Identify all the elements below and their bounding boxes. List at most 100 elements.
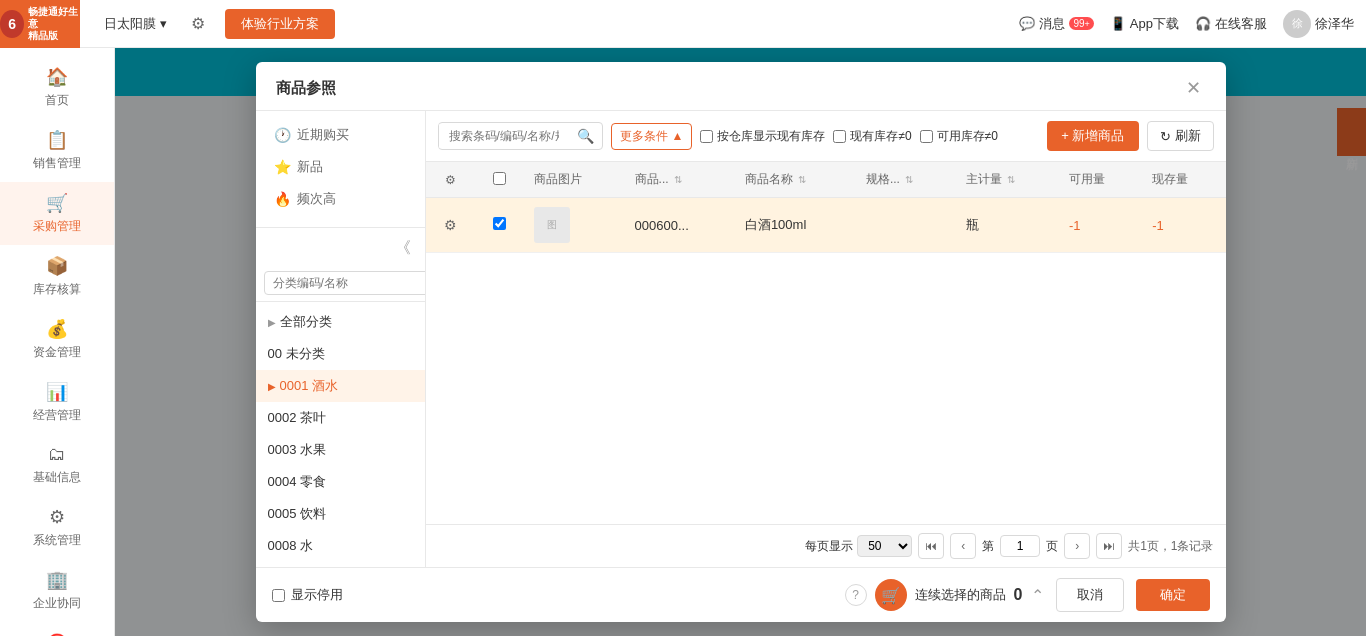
collapse-cart-button[interactable]: ⌃ bbox=[1031, 586, 1044, 605]
unit-sort-icon[interactable]: ⇅ bbox=[1007, 174, 1015, 185]
current-stock-filter[interactable]: 现有库存≠0 bbox=[833, 128, 911, 145]
modal-close-button[interactable]: ✕ bbox=[1182, 76, 1206, 100]
modal-tab-recent[interactable]: 🕐近期购买 bbox=[264, 119, 417, 151]
table-row[interactable]: ⚙ 图 000600... 白酒100ml 瓶 -1 -1 bbox=[426, 198, 1226, 253]
row-settings-icon-0[interactable]: ⚙ bbox=[444, 217, 457, 233]
cancel-button[interactable]: 取消 bbox=[1056, 578, 1124, 612]
sidebar-item-guide[interactable]: 🎯新手引导 bbox=[0, 622, 114, 636]
sidebar-item-ops[interactable]: 📊经营管理 bbox=[0, 371, 114, 434]
category-item-0005[interactable]: 0005 饮料 bbox=[256, 498, 425, 530]
col-image: 商品图片 bbox=[524, 162, 625, 198]
warehouse-filter[interactable]: 按仓库显示现有库存 bbox=[700, 128, 825, 145]
collapse-sidebar-button[interactable]: 《 bbox=[389, 236, 417, 261]
refresh-button[interactable]: ↻ 刷新 bbox=[1147, 121, 1214, 151]
select-all-checkbox[interactable] bbox=[493, 172, 506, 185]
sidebar-icon-guide: 🎯 bbox=[46, 632, 68, 636]
modal-tab-new[interactable]: ⭐新品 bbox=[264, 151, 417, 183]
cat-label-0008: 0008 水 bbox=[268, 537, 314, 555]
col-check bbox=[475, 162, 524, 198]
page-size-dropdown[interactable]: 50 10 20 100 bbox=[857, 535, 912, 557]
refresh-label: 刷新 bbox=[1175, 127, 1201, 145]
help-icon-button[interactable]: ? bbox=[845, 584, 867, 606]
settings-header-icon[interactable]: ⚙ bbox=[445, 173, 456, 187]
name-sort-icon[interactable]: ⇅ bbox=[798, 174, 806, 185]
sidebar-label-inventory: 库存核算 bbox=[33, 281, 81, 298]
messages-nav-item[interactable]: 💬 消息 99+ bbox=[1019, 15, 1093, 33]
available-stock-checkbox[interactable] bbox=[920, 130, 933, 143]
code-sort-icon[interactable]: ⇅ bbox=[674, 174, 682, 185]
cat-label-0004: 0004 零食 bbox=[268, 473, 327, 491]
sidebar-item-base[interactable]: 🗂基础信息 bbox=[0, 434, 114, 496]
sidebar-item-enterprise[interactable]: 🏢企业协同 bbox=[0, 559, 114, 622]
toolbar-right: + 新增商品 ↻ 刷新 bbox=[1047, 121, 1213, 151]
brand-logo: 6 畅捷通好生意 精品版 bbox=[0, 0, 80, 48]
col-name: 商品名称 ⇅ bbox=[735, 162, 856, 198]
modal-toolbar: 🔍 更多条件 ▲ 按仓库显示现有库存 bbox=[426, 111, 1226, 162]
sidebar-item-asset[interactable]: 💰资金管理 bbox=[0, 308, 114, 371]
col-spec: 规格... ⇅ bbox=[856, 162, 956, 198]
prev-page-button[interactable]: ‹ bbox=[950, 533, 976, 559]
row-check-0 bbox=[475, 198, 524, 253]
sidebar-icon-inventory: 📦 bbox=[46, 255, 68, 277]
category-item-0003[interactable]: 0003 水果 bbox=[256, 434, 425, 466]
modal-sidebar-tabs: 🕐近期购买⭐新品🔥频次高 bbox=[256, 111, 425, 223]
first-page-button[interactable]: ⏮ bbox=[918, 533, 944, 559]
pagination-bar: 每页显示 50 10 20 100 ⏮ ‹ 第 bbox=[426, 524, 1226, 567]
add-product-button[interactable]: + 新增商品 bbox=[1047, 121, 1138, 151]
avatar: 徐 bbox=[1283, 10, 1311, 38]
show-disabled-checkbox[interactable] bbox=[272, 589, 285, 602]
last-page-button[interactable]: ⏭ bbox=[1096, 533, 1122, 559]
sidebar-item-sales[interactable]: 📋销售管理 bbox=[0, 119, 114, 182]
product-search-button[interactable]: 🔍 bbox=[569, 123, 602, 149]
cat-label-0002: 0002 茶叶 bbox=[268, 409, 327, 427]
app-download-item[interactable]: 📱 App下载 bbox=[1110, 15, 1179, 33]
cart-area: ? 🛒 连续选择的商品 0 ⌃ bbox=[845, 579, 1044, 611]
nav-selector[interactable]: 日太阳膜 ▾ bbox=[96, 11, 175, 37]
sidebar-label-ops: 经营管理 bbox=[33, 407, 81, 424]
category-search-input[interactable] bbox=[264, 271, 426, 295]
product-search-input[interactable] bbox=[439, 124, 569, 148]
sidebar-icon-asset: 💰 bbox=[46, 318, 68, 340]
spec-sort-icon[interactable]: ⇅ bbox=[905, 174, 913, 185]
sidebar-label-system: 系统管理 bbox=[33, 532, 81, 549]
category-item-00[interactable]: 00 未分类 bbox=[256, 338, 425, 370]
available-stock-filter[interactable]: 可用库存≠0 bbox=[920, 128, 998, 145]
confirm-button[interactable]: 确定 bbox=[1136, 579, 1210, 611]
category-item-all[interactable]: ▶全部分类 bbox=[256, 306, 425, 338]
user-nav-item[interactable]: 徐 徐泽华 bbox=[1283, 10, 1354, 38]
chevron-down-icon: ▾ bbox=[160, 16, 167, 31]
next-page-button[interactable]: › bbox=[1064, 533, 1090, 559]
show-disabled-label[interactable]: 显示停用 bbox=[272, 586, 343, 604]
gear-button[interactable]: ⚙ bbox=[183, 9, 213, 39]
row-stock-0: -1 bbox=[1142, 198, 1225, 253]
tab-icon-frequent: 🔥 bbox=[274, 191, 291, 207]
category-item-0002[interactable]: 0002 茶叶 bbox=[256, 402, 425, 434]
more-filter-button[interactable]: 更多条件 ▲ bbox=[611, 123, 693, 150]
category-item-0001[interactable]: ▶0001 酒水 bbox=[256, 370, 425, 402]
cart-button[interactable]: 🛒 bbox=[875, 579, 907, 611]
sidebar-item-inventory[interactable]: 📦 库存核算 bbox=[0, 245, 114, 308]
category-tree: ▶全部分类 00 未分类 ▶0001 酒水 0002 茶叶 0003 水果 0004 零食… bbox=[256, 302, 425, 567]
col-code: 商品... ⇅ bbox=[625, 162, 735, 198]
experience-btn[interactable]: 体验行业方案 bbox=[225, 9, 335, 39]
modal-tab-frequent[interactable]: 🔥频次高 bbox=[264, 183, 417, 215]
sidebar-item-home[interactable]: 🏠首页 bbox=[0, 56, 114, 119]
sidebar-label-home: 首页 bbox=[45, 92, 69, 109]
page-number-input[interactable] bbox=[1000, 535, 1040, 557]
row-unit-0: 瓶 bbox=[956, 198, 1059, 253]
row-settings-0: ⚙ bbox=[426, 198, 475, 253]
sidebar: 🏠首页📋销售管理🛒采购管理 📦 库存核算 💰资金管理📊经营管理🗂基础信息⚙系统管理🏢企… bbox=[0, 48, 115, 636]
col-stock: 现存量 bbox=[1142, 162, 1225, 198]
category-item-0004[interactable]: 0004 零食 bbox=[256, 466, 425, 498]
current-stock-checkbox[interactable] bbox=[833, 130, 846, 143]
warehouse-checkbox[interactable] bbox=[700, 130, 713, 143]
row-available-0: -1 bbox=[1059, 198, 1142, 253]
sidebar-item-purchase[interactable]: 🛒采购管理 bbox=[0, 182, 114, 245]
cart-count: 0 bbox=[1014, 586, 1023, 604]
cat-label-00: 00 未分类 bbox=[268, 345, 325, 363]
filter-label: 更多条件 bbox=[620, 128, 668, 145]
sidebar-item-system[interactable]: ⚙系统管理 bbox=[0, 496, 114, 559]
online-service-item[interactable]: 🎧 在线客服 bbox=[1195, 15, 1267, 33]
category-item-0008[interactable]: 0008 水 bbox=[256, 530, 425, 562]
row-checkbox-0[interactable] bbox=[493, 217, 506, 230]
